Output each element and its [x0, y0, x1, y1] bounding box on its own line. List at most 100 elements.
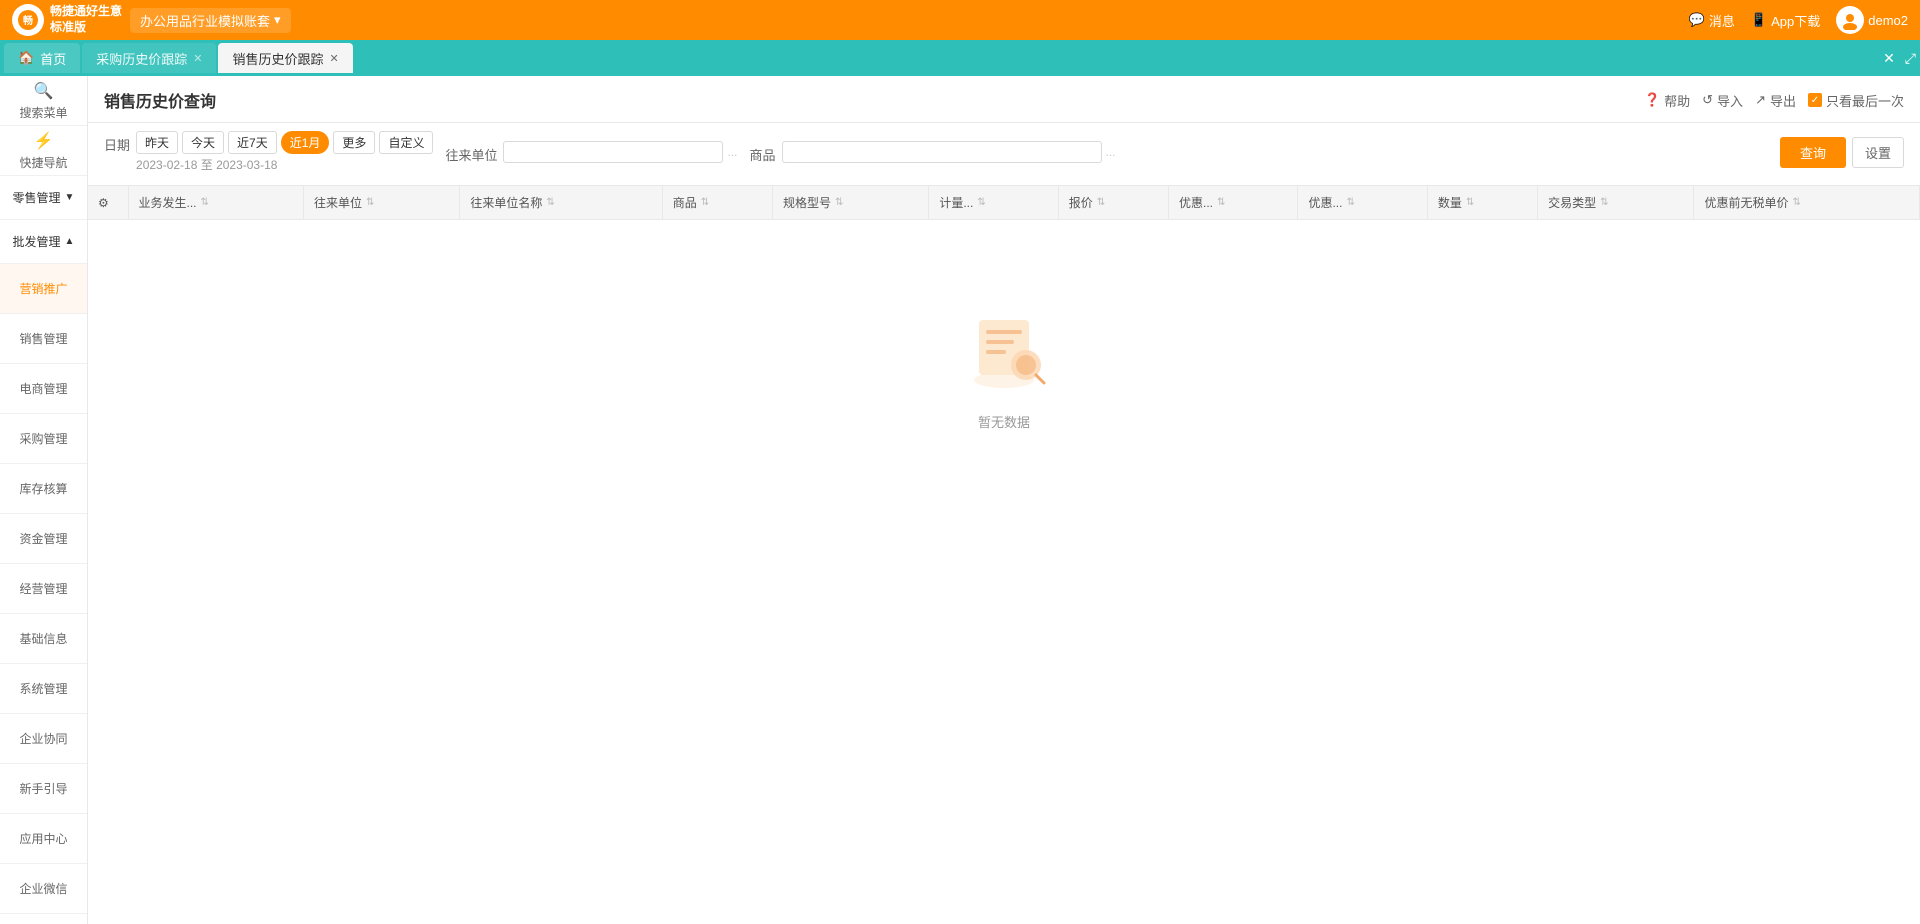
empty-state: 暂无数据 — [88, 220, 1920, 511]
date-btn-7days[interactable]: 近7天 — [228, 131, 277, 154]
sidebar-item-guide[interactable]: 新手引导 — [0, 764, 87, 814]
th-counterpart-code: 往来单位 ⇅ — [304, 186, 460, 220]
sidebar-item-basic-info[interactable]: 基础信息 — [0, 614, 87, 664]
sort-quantity-icon[interactable]: ⇅ — [1466, 197, 1474, 208]
sort-trade-type-icon[interactable]: ⇅ — [1600, 197, 1608, 208]
sidebar-item-shortcuts[interactable]: ⚡ 快捷导航 — [0, 126, 87, 176]
th-product: 商品 ⇅ — [662, 186, 772, 220]
sidebar-item-operations[interactable]: 经营管理 — [0, 564, 87, 614]
top-bar-right: 💬 消息 📱 App下载 demo2 — [1689, 6, 1908, 34]
app-selector[interactable]: 办公用品行业模拟账套 ▾ — [130, 8, 291, 33]
query-button[interactable]: 查询 — [1780, 137, 1846, 168]
th-settings: ⚙ — [88, 186, 128, 220]
sort-quote-icon[interactable]: ⇅ — [1097, 197, 1105, 208]
date-btn-custom[interactable]: 自定义 — [379, 131, 433, 154]
sidebar-item-search[interactable]: 🔍 搜索菜单 — [0, 76, 87, 126]
tab-bar: 🏠 首页 采购历史价跟踪 ✕ 销售历史价跟踪 ✕ ✕ ⤢ — [0, 40, 1920, 76]
sort-counterpart-name-icon[interactable]: ⇅ — [546, 197, 554, 208]
tab-sales-history[interactable]: 销售历史价跟踪 ✕ — [218, 43, 352, 73]
sort-spec-icon[interactable]: ⇅ — [835, 197, 843, 208]
sidebar-item-retail[interactable]: 零售管理 ▼ — [0, 176, 87, 220]
date-btn-yesterday[interactable]: 昨天 — [136, 131, 178, 154]
close-all-tabs-icon[interactable]: ✕ — [1883, 50, 1895, 67]
counterpart-input[interactable] — [503, 141, 723, 163]
only-last-checkbox[interactable]: 只看最后一次 — [1808, 91, 1904, 110]
empty-icon — [954, 300, 1054, 400]
sidebar-item-purchase[interactable]: 采购管理 — [0, 414, 87, 464]
sidebar-item-finance[interactable]: 资金管理 — [0, 514, 87, 564]
checkbox-checked-icon — [1808, 93, 1822, 107]
sidebar-item-member[interactable]: 畅会员 — [0, 914, 87, 924]
th-discount2: 优惠... ⇅ — [1298, 186, 1427, 220]
svg-text:畅: 畅 — [23, 14, 33, 27]
sort-pre-tax-price-icon[interactable]: ⇅ — [1792, 197, 1800, 208]
app-download-button[interactable]: 📱 App下载 — [1751, 11, 1820, 30]
sidebar-item-marketing[interactable]: 营销推广 — [0, 264, 87, 314]
expand-icon[interactable]: ⤢ — [1905, 50, 1916, 67]
home-icon: 🏠 — [18, 50, 34, 66]
chevron-down-icon: ▼ — [65, 192, 75, 203]
message-icon: 💬 — [1689, 12, 1705, 28]
product-label: 商品 — [749, 141, 775, 164]
import-button[interactable]: ↺ 导入 — [1702, 91, 1743, 110]
sidebar-item-enterprise[interactable]: 企业协同 — [0, 714, 87, 764]
question-icon: ❓ — [1644, 92, 1660, 108]
sidebar-item-sales[interactable]: 销售管理 — [0, 314, 87, 364]
sidebar-item-ecommerce[interactable]: 电商管理 — [0, 364, 87, 414]
counterpart-filter-group: 往来单位 ... — [445, 141, 737, 164]
th-quote: 报价 ⇅ — [1058, 186, 1168, 220]
sort-unit-icon[interactable]: ⇅ — [977, 197, 985, 208]
setting-button[interactable]: 设置 — [1852, 137, 1904, 168]
date-btn-more[interactable]: 更多 — [333, 131, 375, 154]
sidebar-item-apps[interactable]: 应用中心 — [0, 814, 87, 864]
tab-bar-actions: ✕ ⤢ — [1883, 50, 1916, 67]
sort-counterpart-code-icon[interactable]: ⇅ — [366, 197, 374, 208]
sort-biz-date-icon[interactable]: ⇅ — [201, 197, 209, 208]
filter-actions: 查询 设置 — [1780, 137, 1904, 168]
settings-icon[interactable]: ⚙ — [98, 196, 109, 210]
logo-icon: 畅 — [12, 4, 44, 36]
user-menu[interactable]: demo2 — [1836, 6, 1908, 34]
message-button[interactable]: 💬 消息 — [1689, 11, 1735, 30]
table-wrapper: ⚙ 业务发生... ⇅ 往来单位 ⇅ — [88, 186, 1920, 924]
sort-product-icon[interactable]: ⇅ — [701, 197, 709, 208]
close-purchase-tab-icon[interactable]: ✕ — [193, 52, 202, 65]
help-button[interactable]: ❓ 帮助 — [1644, 91, 1690, 110]
counterpart-dots-button[interactable]: ... — [727, 145, 737, 159]
shortcuts-icon: ⚡ — [34, 131, 54, 151]
date-btn-1month[interactable]: 近1月 — [281, 131, 330, 154]
sidebar-item-wechat[interactable]: 企业微信 — [0, 864, 87, 914]
th-unit: 计量... ⇅ — [929, 186, 1058, 220]
page-title: 销售历史价查询 — [104, 88, 216, 112]
avatar — [1836, 6, 1864, 34]
top-bar-left: 畅 畅捷通好生意 标准版 办公用品行业模拟账套 ▾ — [12, 4, 291, 36]
data-table: ⚙ 业务发生... ⇅ 往来单位 ⇅ — [88, 186, 1920, 220]
export-button[interactable]: ↗ 导出 — [1755, 91, 1796, 110]
sidebar-item-inventory[interactable]: 库存核算 — [0, 464, 87, 514]
product-dots-button[interactable]: ... — [1106, 145, 1116, 159]
sidebar-item-wholesale[interactable]: 批发管理 ▲ — [0, 220, 87, 264]
tab-home[interactable]: 🏠 首页 — [4, 43, 80, 73]
sort-discount2-icon[interactable]: ⇅ — [1346, 197, 1354, 208]
product-filter-group: 商品 ... — [749, 141, 1115, 164]
filter-bar: 日期 昨天 今天 近7天 近1月 更多 自定义 2023-02-18 至 202… — [88, 123, 1920, 186]
counterpart-label: 往来单位 — [445, 141, 497, 164]
logo-text: 畅捷通好生意 标准版 — [50, 4, 122, 35]
logo-area: 畅 畅捷通好生意 标准版 — [12, 4, 122, 36]
tab-purchase-history[interactable]: 采购历史价跟踪 ✕ — [82, 43, 216, 73]
th-discount1: 优惠... ⇅ — [1169, 186, 1298, 220]
date-label: 日期 — [104, 131, 130, 154]
counterpart-input-group: ... — [503, 141, 737, 163]
phone-icon: 📱 — [1751, 12, 1767, 28]
date-btn-today[interactable]: 今天 — [182, 131, 224, 154]
th-counterpart-name: 往来单位名称 ⇅ — [460, 186, 662, 220]
main-layout: 🔍 搜索菜单 ⚡ 快捷导航 零售管理 ▼ 批发管理 ▲ 营销推广 销售管理 电商… — [0, 76, 1920, 924]
page-header: 销售历史价查询 ❓ 帮助 ↺ 导入 ↗ 导出 — [88, 76, 1920, 123]
sort-discount1-icon[interactable]: ⇅ — [1217, 197, 1225, 208]
close-sales-tab-icon[interactable]: ✕ — [329, 52, 338, 65]
search-icon: 🔍 — [34, 81, 54, 101]
page-title-row: 销售历史价查询 ❓ 帮助 ↺ 导入 ↗ 导出 — [104, 88, 1904, 112]
sidebar-item-system[interactable]: 系统管理 — [0, 664, 87, 714]
content-area: 销售历史价查询 ❓ 帮助 ↺ 导入 ↗ 导出 — [88, 76, 1920, 924]
product-input[interactable] — [782, 141, 1102, 163]
